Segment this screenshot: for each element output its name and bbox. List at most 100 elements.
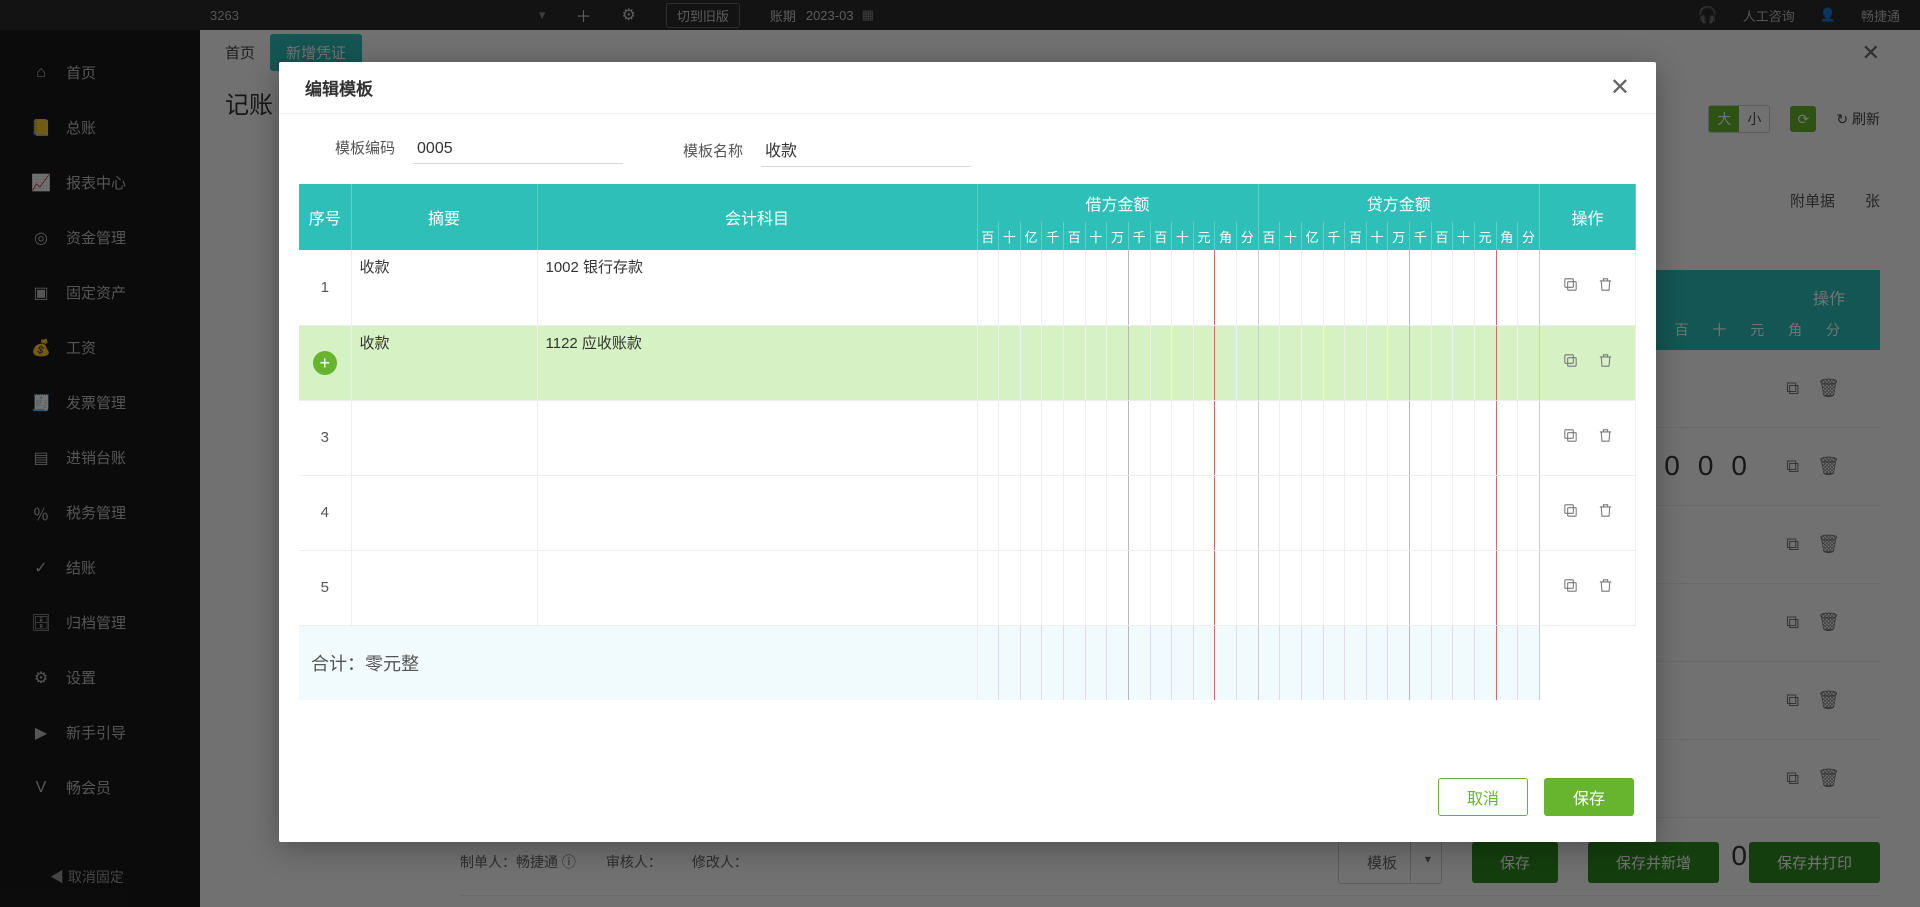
digit-cell[interactable]	[1345, 550, 1367, 625]
digit-cell[interactable]	[1150, 550, 1172, 625]
digit-cell[interactable]	[1323, 325, 1345, 400]
digit-cell[interactable]	[1518, 475, 1540, 550]
digit-cell[interactable]	[1280, 400, 1302, 475]
digit-cell[interactable]	[1042, 550, 1064, 625]
digit-cell[interactable]	[1345, 250, 1367, 325]
digit-cell[interactable]	[977, 475, 999, 550]
trash-icon[interactable]	[1597, 276, 1614, 298]
trash-icon[interactable]	[1597, 352, 1614, 374]
digit-cell[interactable]	[1496, 325, 1518, 400]
row-summary[interactable]: 收款	[351, 250, 537, 325]
digit-cell[interactable]	[1150, 475, 1172, 550]
digit-cell[interactable]	[1128, 475, 1150, 550]
digit-cell[interactable]	[1193, 325, 1215, 400]
digit-cell[interactable]	[1237, 400, 1259, 475]
digit-cell[interactable]	[1431, 475, 1453, 550]
digit-cell[interactable]	[1258, 475, 1280, 550]
trash-icon[interactable]	[1597, 502, 1614, 524]
digit-cell[interactable]	[1128, 400, 1150, 475]
digit-cell[interactable]	[1410, 400, 1432, 475]
digit-cell[interactable]	[999, 400, 1021, 475]
digit-cell[interactable]	[1345, 400, 1367, 475]
digit-cell[interactable]	[1280, 475, 1302, 550]
digit-cell[interactable]	[1172, 550, 1194, 625]
digit-cell[interactable]	[1107, 250, 1129, 325]
digit-cell[interactable]	[1215, 475, 1237, 550]
row-summary[interactable]	[351, 550, 537, 625]
digit-cell[interactable]	[1366, 400, 1388, 475]
digit-cell[interactable]	[1323, 400, 1345, 475]
digit-cell[interactable]	[1453, 400, 1475, 475]
digit-cell[interactable]	[1172, 400, 1194, 475]
digit-cell[interactable]	[1518, 550, 1540, 625]
digit-cell[interactable]	[1410, 475, 1432, 550]
digit-cell[interactable]	[1301, 550, 1323, 625]
digit-cell[interactable]	[1366, 475, 1388, 550]
digit-cell[interactable]	[1020, 475, 1042, 550]
digit-cell[interactable]	[1410, 325, 1432, 400]
digit-cell[interactable]	[1388, 250, 1410, 325]
row-summary[interactable]	[351, 400, 537, 475]
digit-cell[interactable]	[999, 550, 1021, 625]
digit-cell[interactable]	[1042, 400, 1064, 475]
digit-cell[interactable]	[1172, 250, 1194, 325]
digit-cell[interactable]	[1474, 475, 1496, 550]
digit-cell[interactable]	[1388, 550, 1410, 625]
digit-cell[interactable]	[1085, 400, 1107, 475]
digit-cell[interactable]	[1215, 400, 1237, 475]
template-code-input[interactable]: 0005	[413, 135, 623, 164]
digit-cell[interactable]	[1085, 550, 1107, 625]
digit-cell[interactable]	[1366, 550, 1388, 625]
digit-cell[interactable]	[1215, 325, 1237, 400]
digit-cell[interactable]	[1172, 325, 1194, 400]
digit-cell[interactable]	[1388, 475, 1410, 550]
digit-cell[interactable]	[1453, 325, 1475, 400]
digit-cell[interactable]	[1193, 400, 1215, 475]
digit-cell[interactable]	[1474, 550, 1496, 625]
digit-cell[interactable]	[1150, 325, 1172, 400]
digit-cell[interactable]	[1366, 325, 1388, 400]
template-name-input[interactable]: 收款	[761, 132, 971, 167]
digit-cell[interactable]	[1215, 550, 1237, 625]
digit-cell[interactable]	[1150, 250, 1172, 325]
digit-cell[interactable]	[1193, 250, 1215, 325]
digit-cell[interactable]	[1280, 250, 1302, 325]
digit-cell[interactable]	[1301, 250, 1323, 325]
row-summary[interactable]	[351, 475, 537, 550]
copy-icon[interactable]	[1562, 427, 1579, 449]
digit-cell[interactable]	[1237, 550, 1259, 625]
digit-cell[interactable]	[1128, 325, 1150, 400]
trash-icon[interactable]	[1597, 427, 1614, 449]
table-row[interactable]: 4	[299, 475, 1636, 550]
row-account[interactable]	[537, 475, 977, 550]
digit-cell[interactable]	[1237, 325, 1259, 400]
digit-cell[interactable]	[1301, 400, 1323, 475]
digit-cell[interactable]	[1042, 250, 1064, 325]
table-row[interactable]: 1收款1002 银行存款	[299, 250, 1636, 325]
digit-cell[interactable]	[1172, 475, 1194, 550]
digit-cell[interactable]	[1431, 250, 1453, 325]
digit-cell[interactable]	[1388, 400, 1410, 475]
digit-cell[interactable]	[1258, 400, 1280, 475]
copy-icon[interactable]	[1562, 352, 1579, 374]
table-row[interactable]: 3	[299, 400, 1636, 475]
digit-cell[interactable]	[977, 400, 999, 475]
digit-cell[interactable]	[1020, 400, 1042, 475]
digit-cell[interactable]	[1064, 250, 1086, 325]
row-account[interactable]	[537, 550, 977, 625]
modal-close-icon[interactable]: ✕	[1610, 76, 1630, 100]
add-row-button[interactable]: +	[313, 351, 337, 375]
digit-cell[interactable]	[1496, 550, 1518, 625]
table-row[interactable]: +收款1122 应收账款	[299, 325, 1636, 400]
digit-cell[interactable]	[1388, 325, 1410, 400]
digit-cell[interactable]	[1064, 550, 1086, 625]
row-account[interactable]: 1002 银行存款	[537, 250, 977, 325]
digit-cell[interactable]	[1518, 400, 1540, 475]
digit-cell[interactable]	[1301, 475, 1323, 550]
row-summary[interactable]: 收款	[351, 325, 537, 400]
digit-cell[interactable]	[1107, 325, 1129, 400]
digit-cell[interactable]	[1042, 475, 1064, 550]
digit-cell[interactable]	[1237, 250, 1259, 325]
digit-cell[interactable]	[977, 325, 999, 400]
digit-cell[interactable]	[1474, 250, 1496, 325]
